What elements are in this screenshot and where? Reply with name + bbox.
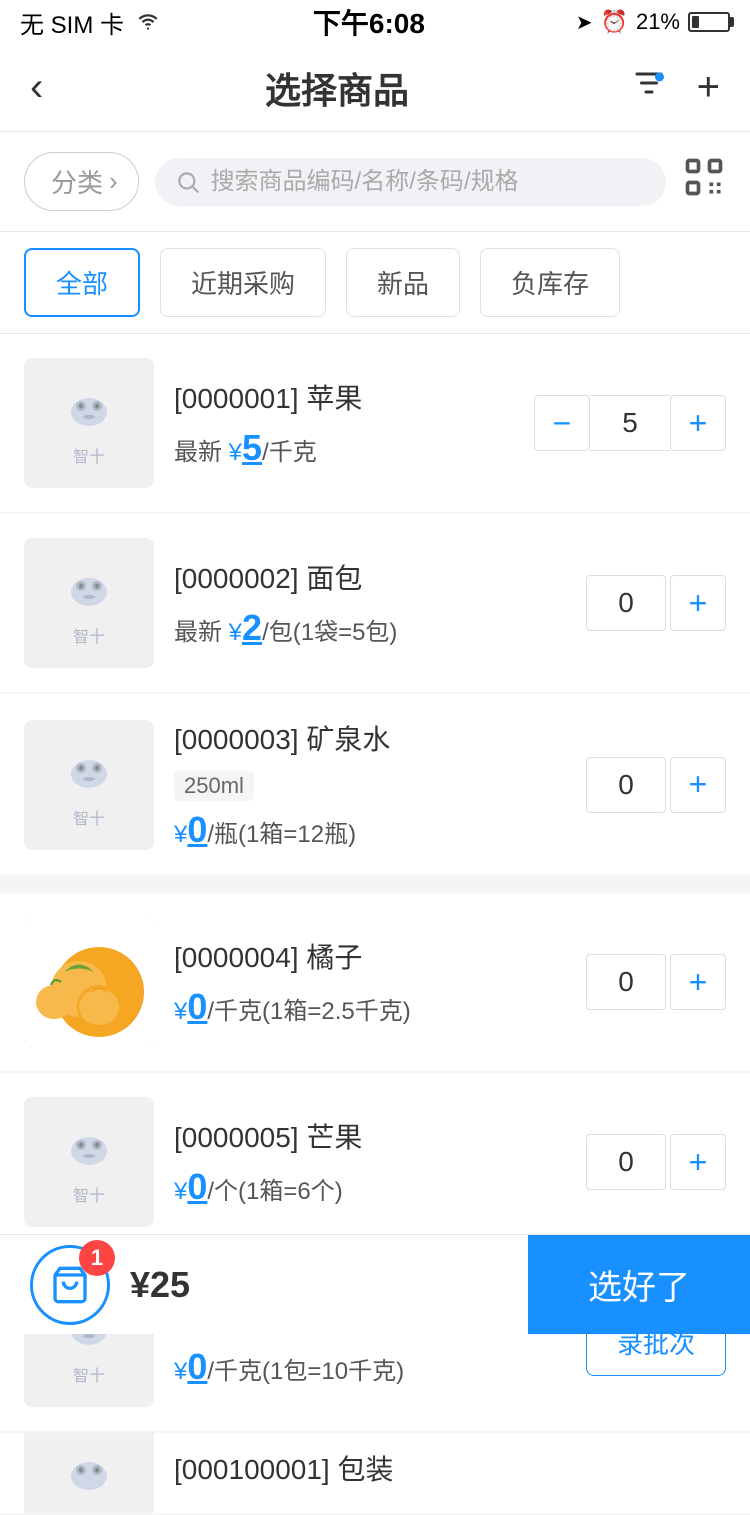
product-name: [0000005] 芒果	[174, 1116, 566, 1156]
battery-icon	[688, 12, 730, 32]
product-image: 智十	[24, 720, 154, 850]
location-icon: ➤	[576, 10, 593, 35]
product-name: [0000004] 橘子	[174, 936, 566, 976]
decrease-button[interactable]: −	[534, 395, 590, 451]
list-item: 智十 [0000001] 苹果 最新 ¥5/千克 − +	[0, 334, 750, 512]
status-bar: 无 SIM 卡 下午6:08 ➤ ⏰ 21%	[0, 0, 750, 44]
product-price: ¥0/个(1箱=6个)	[174, 1166, 566, 1208]
list-item: 智十 [0000003] 矿泉水 250ml ¥0/瓶(1箱=12瓶) +	[0, 694, 750, 875]
list-item: 智十 [0000005] 芒果 ¥0/个(1箱=6个) +	[0, 1073, 750, 1251]
tab-recent[interactable]: 近期采购	[160, 248, 326, 317]
tab-negative[interactable]: 负库存	[480, 248, 620, 317]
confirm-button[interactable]: 选好了	[528, 1235, 750, 1334]
nav-actions: +	[631, 65, 720, 110]
quantity-input[interactable]	[590, 395, 670, 451]
list-item: [0000004] 橘子 ¥0/千克(1箱=2.5千克) +	[0, 893, 750, 1071]
page-title: 选择商品	[265, 62, 409, 114]
product-image: 智十	[24, 358, 154, 488]
quantity-input[interactable]	[586, 575, 666, 631]
list-item: 智十 [0000002] 面包 最新 ¥2/包(1袋=5包) +	[0, 514, 750, 692]
product-price: ¥0/千克(1箱=2.5千克)	[174, 986, 566, 1028]
cart-badge: 1	[79, 1240, 115, 1276]
product-name: [0000001] 苹果	[174, 377, 514, 417]
increase-button[interactable]: +	[670, 1134, 726, 1190]
product-info: [0000005] 芒果 ¥0/个(1箱=6个)	[174, 1116, 566, 1208]
quantity-input[interactable]	[586, 1134, 666, 1190]
battery-text: 21%	[636, 9, 680, 35]
add-button[interactable]: +	[697, 65, 720, 110]
product-image: 智十	[24, 538, 154, 668]
quantity-control: − +	[534, 395, 726, 451]
product-price: 最新 ¥5/千克	[174, 427, 514, 469]
product-info: [000100001] 包装	[174, 1448, 726, 1498]
filter-button[interactable]	[631, 65, 667, 110]
filter-tabs: 全部 近期采购 新品 负库存	[0, 232, 750, 334]
search-area: 分类 ›	[0, 132, 750, 232]
product-price: ¥0/千克(1包=10千克)	[174, 1346, 566, 1388]
product-price: 最新 ¥2/包(1袋=5包)	[174, 607, 566, 649]
tab-new[interactable]: 新品	[346, 248, 460, 317]
product-image	[24, 917, 154, 1047]
status-time: 下午6:08	[313, 2, 425, 42]
search-icon	[175, 168, 201, 196]
product-spec: 250ml	[174, 771, 254, 801]
status-carrier: 无 SIM 卡	[20, 5, 162, 40]
nav-bar: ‹ 选择商品 +	[0, 44, 750, 132]
product-name: [000100001] 包装	[174, 1448, 726, 1488]
quantity-control: +	[586, 1134, 726, 1190]
alarm-icon: ⏰	[601, 9, 628, 35]
total-price: ¥25	[130, 1264, 190, 1306]
category-button[interactable]: 分类 ›	[24, 152, 139, 211]
product-list: 智十 [0000001] 苹果 最新 ¥5/千克 − + 智十 [0000002…	[0, 334, 750, 1513]
product-info: [0000001] 苹果 最新 ¥5/千克	[174, 377, 514, 469]
product-image	[24, 1433, 154, 1513]
increase-button[interactable]: +	[670, 954, 726, 1010]
quantity-control: +	[586, 757, 726, 813]
product-image: 智十	[24, 1097, 154, 1227]
category-label: 分类	[51, 163, 103, 200]
back-button[interactable]: ‹	[30, 65, 43, 110]
search-input[interactable]	[211, 168, 646, 196]
quantity-control: +	[586, 575, 726, 631]
product-info: [0000003] 矿泉水 250ml ¥0/瓶(1箱=12瓶)	[174, 718, 566, 851]
bottom-bar: 1 ¥25 选好了	[0, 1234, 750, 1334]
wifi-icon	[134, 12, 162, 32]
search-input-wrap	[155, 158, 666, 206]
product-name: [0000002] 面包	[174, 557, 566, 597]
cart-section: 1 ¥25	[0, 1245, 528, 1325]
tab-all[interactable]: 全部	[24, 248, 140, 317]
status-indicators: ➤ ⏰ 21%	[576, 9, 730, 35]
quantity-input[interactable]	[586, 954, 666, 1010]
increase-button[interactable]: +	[670, 395, 726, 451]
quantity-input[interactable]	[586, 757, 666, 813]
category-arrow: ›	[109, 166, 118, 197]
increase-button[interactable]: +	[670, 575, 726, 631]
product-info: [0000004] 橘子 ¥0/千克(1箱=2.5千克)	[174, 936, 566, 1028]
product-name: [0000003] 矿泉水	[174, 718, 566, 758]
scan-button[interactable]	[682, 155, 726, 208]
list-item: [000100001] 包装	[0, 1433, 750, 1513]
cart-button[interactable]: 1	[30, 1245, 110, 1325]
product-info: [0000002] 面包 最新 ¥2/包(1袋=5包)	[174, 557, 566, 649]
increase-button[interactable]: +	[670, 757, 726, 813]
carrier-text: 无 SIM 卡	[20, 5, 124, 40]
quantity-control: +	[586, 954, 726, 1010]
product-price: ¥0/瓶(1箱=12瓶)	[174, 809, 566, 851]
